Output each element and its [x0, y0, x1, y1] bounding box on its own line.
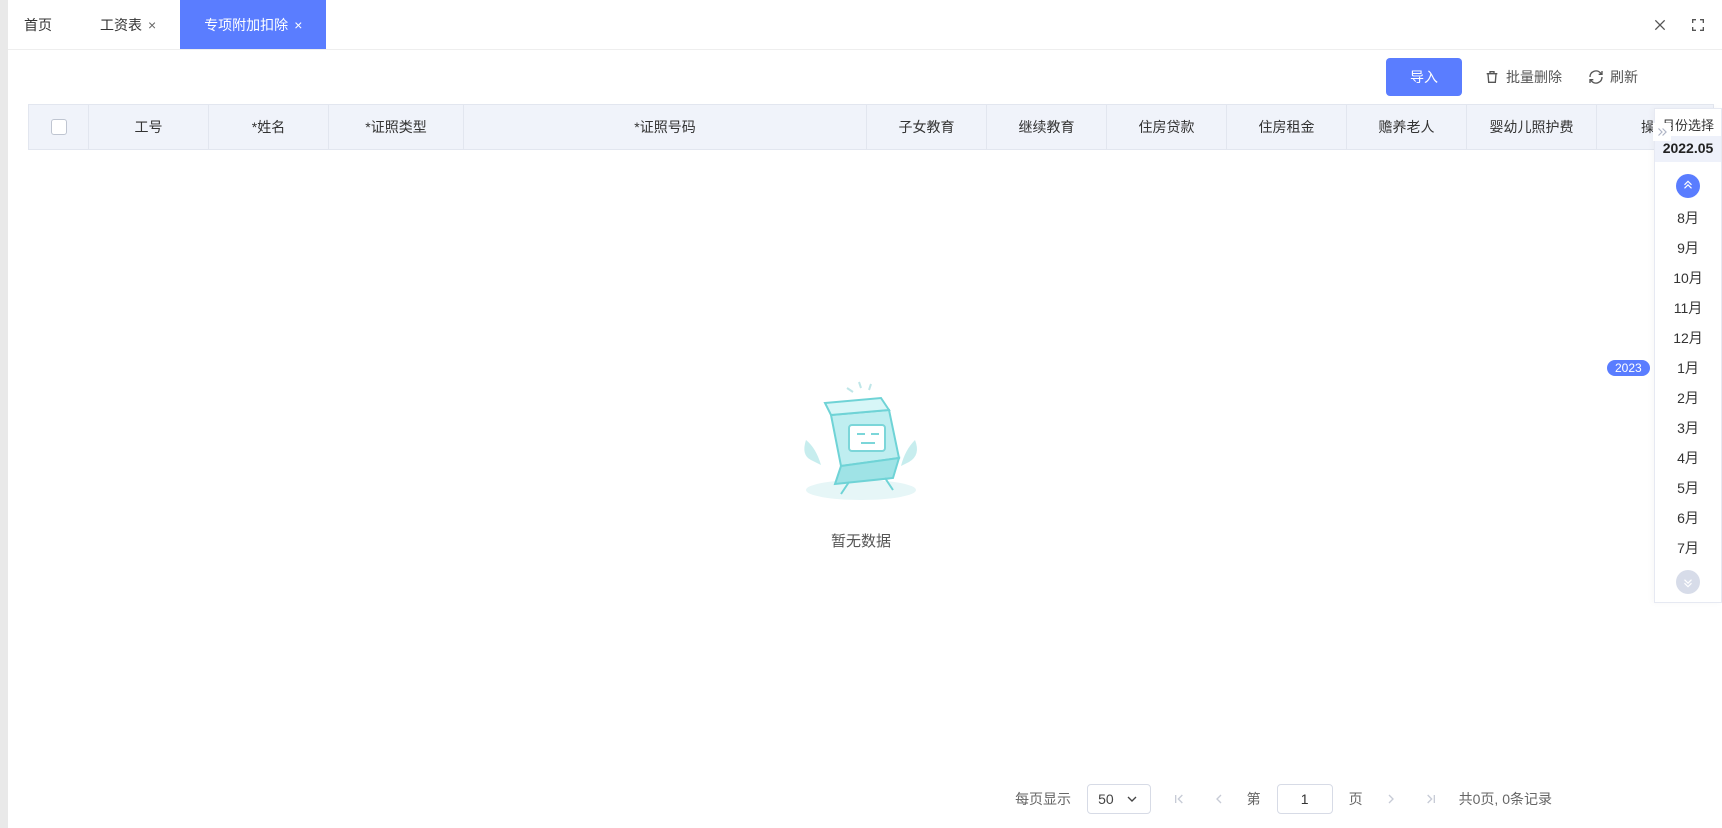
column-checkbox — [29, 105, 89, 149]
chevron-right-icon — [1383, 791, 1399, 807]
tab-special-deduction[interactable]: 专项附加扣除 × — [180, 0, 326, 49]
per-page-label: 每页显示 — [1015, 789, 1071, 809]
column-header-infant: 婴幼儿照护费 — [1467, 105, 1597, 149]
fullscreen-button[interactable] — [1682, 9, 1714, 41]
chevron-last-icon — [1423, 791, 1439, 807]
next-page-button[interactable] — [1379, 787, 1403, 811]
chevron-first-icon — [1171, 791, 1187, 807]
month-picker: 月份选择 2022.05 8月9月10月11月12月1月20232月3月4月5月… — [1654, 108, 1722, 603]
button-label: 导入 — [1410, 69, 1438, 85]
month-item[interactable]: 5月 — [1655, 476, 1721, 500]
month-item[interactable]: 11月 — [1655, 296, 1721, 320]
month-item[interactable]: 9月 — [1655, 236, 1721, 260]
month-item[interactable]: 6月 — [1655, 506, 1721, 530]
button-label: 批量删除 — [1506, 67, 1562, 87]
select-all-checkbox[interactable] — [51, 119, 67, 135]
close-all-tabs-button[interactable] — [1644, 9, 1676, 41]
table-header: 工号 *姓名 *证照类型 *证照号码 子女教育 继续教育 住房贷款 住房租金 赡… — [28, 104, 1714, 150]
import-button[interactable]: 导入 — [1386, 58, 1462, 96]
pagination-summary: 共0页, 0条记录 — [1459, 789, 1552, 809]
refresh-icon — [1588, 69, 1604, 85]
app-root: 首页 工资表 × 专项附加扣除 × 导入 批量删除 — [0, 0, 1722, 828]
prev-page-button[interactable] — [1207, 787, 1231, 811]
refresh-button[interactable]: 刷新 — [1584, 61, 1642, 93]
per-page-value: 50 — [1098, 791, 1114, 807]
column-header-elderly: 赡养老人 — [1347, 105, 1467, 149]
column-header-housing-loan: 住房贷款 — [1107, 105, 1227, 149]
month-scroll-down-button[interactable] — [1676, 570, 1700, 594]
year-badge: 2023 — [1607, 360, 1650, 376]
month-item[interactable]: 4月 — [1655, 446, 1721, 470]
toolbar: 导入 批量删除 刷新 — [0, 50, 1722, 104]
month-item[interactable]: 7月 — [1655, 536, 1721, 560]
empty-text: 暂无数据 — [831, 530, 891, 551]
tab-bar: 首页 工资表 × 专项附加扣除 × — [0, 0, 1722, 50]
chevron-down-icon — [1124, 791, 1140, 807]
month-item[interactable]: 8月 — [1655, 206, 1721, 230]
pagination: 每页显示 50 第 页 共0页, 0条记录 — [0, 770, 1722, 828]
empty-illustration-icon — [781, 370, 941, 510]
tab-label: 专项附加扣除 — [204, 15, 288, 35]
column-header-housing-rent: 住房租金 — [1227, 105, 1347, 149]
tab-label: 首页 — [24, 15, 52, 35]
fullscreen-icon — [1690, 17, 1706, 33]
tab-home[interactable]: 首页 — [0, 0, 76, 49]
month-item[interactable]: 10月 — [1655, 266, 1721, 290]
month-item[interactable]: 12月 — [1655, 326, 1721, 350]
tabbar-actions — [1644, 0, 1722, 49]
month-item[interactable]: 1月2023 — [1655, 356, 1721, 380]
column-header-name: *姓名 — [209, 105, 329, 149]
page-prefix: 第 — [1247, 789, 1261, 809]
tab-label: 工资表 — [100, 15, 142, 35]
empty-state: 暂无数据 — [0, 150, 1722, 770]
month-list: 8月 9月 10月 11月 12月 1月2023 2月 3月 4月 5月 6月 7月 — [1655, 206, 1721, 568]
chevron-up-double-icon — [1681, 179, 1695, 193]
chevron-right-double-icon — [1655, 125, 1669, 139]
page-input[interactable] — [1277, 784, 1333, 814]
last-page-button[interactable] — [1419, 787, 1443, 811]
column-header-id-no: *证照号码 — [464, 105, 867, 149]
column-header-child-edu: 子女教育 — [867, 105, 987, 149]
per-page-select[interactable]: 50 — [1087, 784, 1151, 814]
close-icon[interactable]: × — [148, 17, 156, 33]
column-header-continue-edu: 继续教育 — [987, 105, 1107, 149]
collapse-button[interactable] — [1653, 123, 1671, 141]
close-icon — [1652, 17, 1668, 33]
chevron-down-double-icon — [1681, 575, 1695, 589]
button-label: 刷新 — [1610, 67, 1638, 87]
content: 工号 *姓名 *证照类型 *证照号码 子女教育 继续教育 住房贷款 住房租金 赡… — [0, 104, 1722, 828]
trash-icon — [1484, 69, 1500, 85]
month-item[interactable]: 3月 — [1655, 416, 1721, 440]
column-header-id: 工号 — [89, 105, 209, 149]
batch-delete-button[interactable]: 批量删除 — [1480, 61, 1566, 93]
chevron-left-icon — [1211, 791, 1227, 807]
tabbar-spacer — [326, 0, 1644, 49]
month-item[interactable]: 2月 — [1655, 386, 1721, 410]
month-scroll-up-button[interactable] — [1676, 174, 1700, 198]
first-page-button[interactable] — [1167, 787, 1191, 811]
close-icon[interactable]: × — [294, 17, 302, 33]
tab-salary[interactable]: 工资表 × — [76, 0, 180, 49]
page-suffix: 页 — [1349, 789, 1363, 809]
column-header-id-type: *证照类型 — [329, 105, 464, 149]
